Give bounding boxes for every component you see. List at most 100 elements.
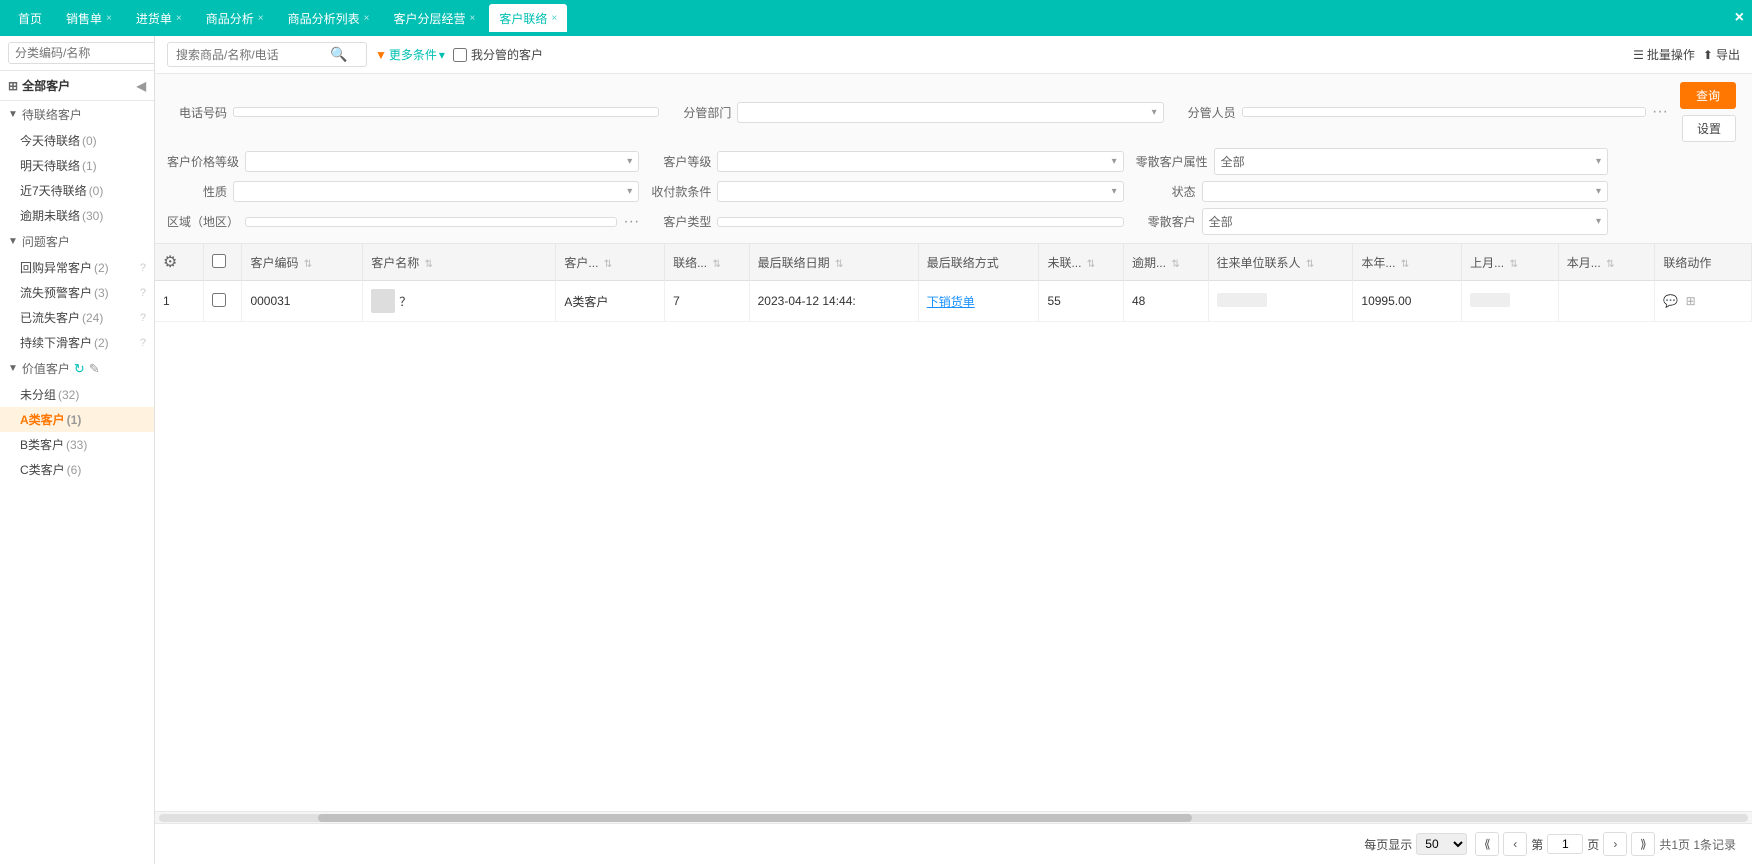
sidebar-item-repurchase-anomaly[interactable]: 回购异常客户 (2) ? (0, 255, 154, 280)
filter-customer-level: 客户等级 ▾ (651, 151, 1123, 172)
filter-customer-type: 客户类型 (651, 213, 1123, 230)
sort-name-icon[interactable]: ⇅ (425, 259, 433, 270)
sidebar-item-declining[interactable]: 持续下滑客户 (2) ? (0, 330, 154, 355)
sort-no-contact-icon[interactable]: ⇅ (1087, 259, 1095, 270)
filter-search-input[interactable] (176, 48, 326, 62)
my-customers-check[interactable] (453, 48, 467, 62)
payment-icon: ▾ (1112, 186, 1117, 197)
tab-customer-tier[interactable]: 客户分层经营 × (383, 4, 485, 32)
payment-select[interactable]: ▾ (717, 181, 1123, 202)
edit-icon[interactable]: ✎ (89, 361, 100, 377)
select-all-checkbox[interactable] (212, 254, 226, 268)
region-dots-icon[interactable]: ··· (623, 213, 639, 231)
more-conditions-button[interactable]: ▼ 更多条件 ▾ (375, 46, 445, 63)
dept-select[interactable]: ▾ (737, 102, 1163, 123)
tab-home[interactable]: 首页 (8, 4, 52, 32)
sort-this-year-icon[interactable]: ⇅ (1401, 259, 1409, 270)
customer-type-input[interactable] (717, 217, 1123, 227)
tab-purchase[interactable]: 进货单 × (126, 4, 192, 32)
refresh-icon[interactable]: ↻ (74, 361, 85, 377)
tab-customer-contact-close[interactable]: × (551, 13, 557, 24)
phone-input[interactable] (233, 107, 659, 117)
tab-purchase-close[interactable]: × (176, 13, 182, 24)
filter-search-icon[interactable]: 🔍 (330, 46, 347, 63)
tab-analysis-list[interactable]: 商品分析列表 × (278, 4, 380, 32)
sort-overdue-icon[interactable]: ⇅ (1171, 259, 1179, 270)
sort-contact-person-icon[interactable]: ⇅ (1306, 259, 1314, 270)
action-chat-icon[interactable]: 💬 (1663, 294, 1678, 308)
page-size-select[interactable]: 50 100 200 (1416, 833, 1467, 855)
next-page-button[interactable]: › (1603, 832, 1627, 856)
sidebar-item-a-class[interactable]: A类客户 (1) (0, 407, 154, 432)
query-btn-area: 查询 设置 (1680, 82, 1740, 142)
sidebar-item-7days[interactable]: 近7天待联络 (0) (0, 178, 154, 203)
tab-analysis[interactable]: 商品分析 × (196, 4, 274, 32)
filter-dept: 分管部门 ▾ (671, 102, 1163, 123)
price-level-select[interactable]: ▾ (245, 151, 639, 172)
horizontal-scrollbar[interactable] (155, 811, 1752, 823)
last-page-button[interactable]: ⟫ (1631, 832, 1655, 856)
sidebar-item-b-class[interactable]: B类客户 (33) (0, 432, 154, 457)
sidebar-item-today[interactable]: 今天待联络 (0) (0, 128, 154, 153)
sort-last-month-icon[interactable]: ⇅ (1509, 259, 1517, 270)
customer-type-label: 客户类型 (651, 213, 711, 230)
last-way-link[interactable]: 下销货单 (927, 295, 975, 309)
sort-type-icon[interactable]: ⇅ (604, 259, 612, 270)
batch-op-button[interactable]: ☰ 批量操作 (1633, 46, 1695, 63)
retail-customer-select[interactable]: 全部 ▾ (1202, 208, 1608, 235)
row-checkbox[interactable] (212, 293, 226, 307)
export-button[interactable]: ⬆ 导出 (1703, 46, 1740, 63)
first-page-button[interactable]: ⟪ (1475, 832, 1499, 856)
my-customers-label: 我分管的客户 (471, 46, 543, 63)
col-settings[interactable]: ⚙ (155, 244, 203, 281)
person-dots-icon[interactable]: ··· (1652, 103, 1668, 121)
sidebar-section-problem[interactable]: ▼ 问题客户 (0, 228, 154, 255)
col-this-month: 本月... ⇅ (1558, 244, 1655, 281)
pagination: 每页显示 50 100 200 ⟪ ‹ 第 页 › ⟫ 共1页 1条记录 (155, 823, 1752, 864)
sidebar-item-churned[interactable]: 已流失客户 (24) ? (0, 305, 154, 330)
prev-page-button[interactable]: ‹ (1503, 832, 1527, 856)
customer-level-select[interactable]: ▾ (717, 151, 1123, 172)
col-this-year-label: 本年... (1361, 256, 1395, 270)
tab-analysis-list-close[interactable]: × (364, 13, 370, 24)
sidebar-search-input[interactable] (8, 42, 155, 64)
sidebar-item-ungrouped[interactable]: 未分组 (32) (0, 382, 154, 407)
sidebar-item-c-class[interactable]: C类客户 (6) (0, 457, 154, 482)
sort-date-icon[interactable]: ⇅ (835, 259, 843, 270)
retail-attr-select[interactable]: 全部 ▾ (1214, 148, 1608, 175)
status-select[interactable]: ▾ (1202, 181, 1608, 202)
tab-customer-tier-close[interactable]: × (469, 13, 475, 24)
tab-analysis-close[interactable]: × (258, 13, 264, 24)
tomorrow-label: 明天待联络 (20, 157, 80, 174)
col-no-contact-label: 未联... (1047, 256, 1081, 270)
my-customers-checkbox[interactable]: 我分管的客户 (453, 46, 543, 63)
sort-contact-icon[interactable]: ⇅ (712, 259, 720, 270)
collapse-icon[interactable]: ◀ (137, 79, 146, 93)
sidebar-section-value[interactable]: ▼ 价值客户 ↻ ✎ (0, 355, 154, 382)
scrollbar-thumb[interactable] (318, 814, 1192, 822)
sidebar-item-overdue[interactable]: 逾期未联络 (30) (0, 203, 154, 228)
tab-sales[interactable]: 销售单 × (56, 4, 122, 32)
sidebar-section-pending[interactable]: ▼ 待联络客户 (0, 101, 154, 128)
page-number-input[interactable] (1547, 834, 1583, 854)
nature-select[interactable]: ▾ (233, 181, 639, 202)
tab-customer-contact[interactable]: 客户联络 × (489, 4, 567, 32)
region-input[interactable] (245, 217, 617, 227)
query-button[interactable]: 查询 (1680, 82, 1736, 109)
sidebar-item-tomorrow[interactable]: 明天待联络 (1) (0, 153, 154, 178)
filter-settings-button[interactable]: 设置 (1682, 115, 1736, 142)
table-settings-icon[interactable]: ⚙ (163, 254, 177, 271)
cell-customer-type: A类客户 (556, 281, 665, 322)
retail-customer-value: 全部 (1209, 213, 1233, 230)
sort-code-icon[interactable]: ⇅ (304, 259, 312, 270)
action-more-icon[interactable]: ⊞ (1686, 294, 1696, 308)
sidebar-item-churn-warning[interactable]: 流失预警客户 (3) ? (0, 280, 154, 305)
col-name-label: 客户名称 (371, 256, 419, 270)
sort-this-month-icon[interactable]: ⇅ (1606, 259, 1614, 270)
tab-sales-close[interactable]: × (106, 13, 112, 24)
col-contact-person-label: 往来单位联系人 (1217, 256, 1301, 270)
person-input[interactable] (1242, 107, 1646, 117)
filter-bar: 🔍 ▼ 更多条件 ▾ 我分管的客户 ☰ 批量操作 ⬆ 导出 (155, 36, 1752, 74)
close-all-button[interactable]: × (1735, 9, 1744, 27)
col-contact-count: 联络... ⇅ (665, 244, 750, 281)
